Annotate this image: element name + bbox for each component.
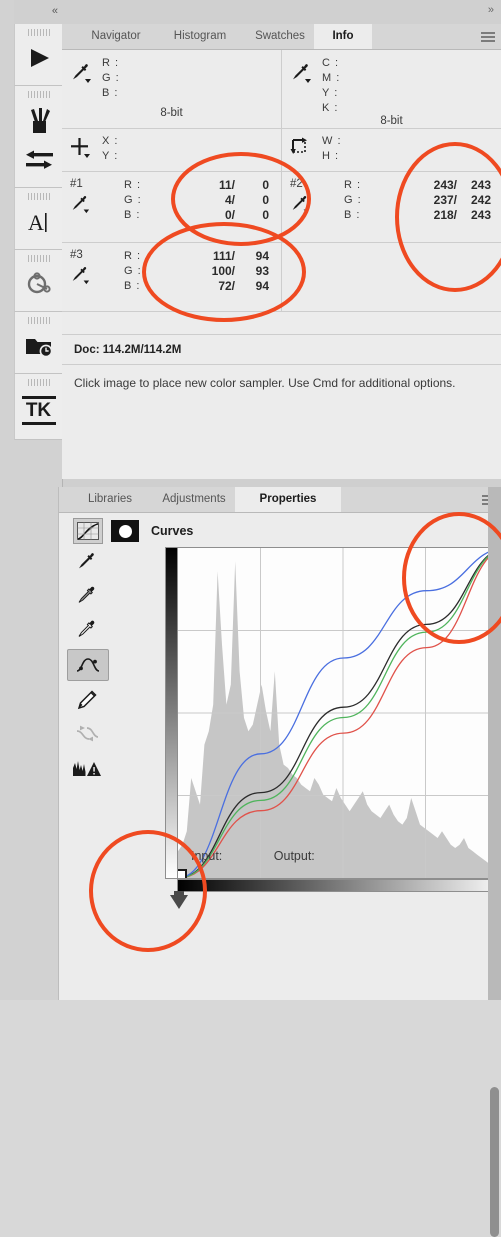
photoshop-panels-screenshot: « A TK » Navigator Histogram Swatches In…	[0, 0, 501, 1237]
black-point-eyedropper[interactable]	[67, 547, 107, 577]
input-label: Input:	[191, 849, 223, 863]
marquee-icon	[290, 137, 312, 159]
histogram-area	[178, 561, 501, 878]
rail-group-paths[interactable]	[14, 250, 62, 312]
position-labels: X : Y :	[102, 135, 119, 162]
io-labels: Input: Output:	[191, 849, 315, 863]
pencil-draw-curve-tool[interactable]	[67, 685, 107, 715]
readout-rgb: R : G : B : 8-bit	[62, 50, 281, 128]
tab-swatches[interactable]: Swatches	[234, 24, 326, 49]
tk-label: TK	[25, 399, 52, 421]
type-icon[interactable]: A	[17, 202, 61, 242]
info-row-sampler-3: #3 R : G : B : 111/94 100/93 72/ 94	[62, 243, 501, 312]
rail-group-brushes[interactable]	[14, 86, 62, 188]
curves-plot[interactable]	[178, 548, 501, 878]
drag-grip[interactable]	[27, 379, 50, 386]
drag-grip[interactable]	[27, 255, 50, 262]
tab-adjustments[interactable]: Adjustments	[139, 487, 249, 512]
tab-properties[interactable]: Properties	[235, 487, 341, 512]
smooth-curve-tool[interactable]	[67, 719, 107, 749]
curves-icon[interactable]	[73, 518, 103, 544]
rail-collapse-bar[interactable]: «	[14, 0, 62, 25]
drag-grip[interactable]	[27, 317, 50, 324]
layer-mask-icon[interactable]	[111, 520, 139, 542]
curves-grid[interactable]	[177, 547, 501, 879]
tk-bar-top	[21, 395, 56, 399]
history-folder-icon[interactable]	[17, 326, 61, 366]
sampler-empty-cell	[281, 243, 501, 311]
tab-navigator[interactable]: Navigator	[68, 24, 164, 49]
black-point-control[interactable]	[178, 869, 187, 878]
eyedropper-icon	[290, 194, 312, 216]
curves-tool-column	[67, 547, 113, 787]
curve-point-tool[interactable]	[67, 649, 109, 681]
rail-group-tk[interactable]: TK	[14, 374, 62, 440]
paths-icon[interactable]	[17, 264, 61, 304]
hamburger-menu-icon[interactable]	[481, 32, 495, 42]
tool-rail: « A TK	[0, 0, 63, 1000]
sampler-2-values: 243/243 237/242 218/243	[433, 178, 491, 222]
info-row-samplers-1-2: #1 R : G : B : 11/0 4/0 0/ 0 #2 R: G: …	[62, 172, 501, 243]
panel-dock-topbar: »	[62, 0, 501, 25]
drag-grip[interactable]	[27, 29, 50, 36]
drag-grip[interactable]	[27, 193, 50, 200]
cmyk-channel-labels: C : M : Y : K :	[322, 57, 341, 114]
output-label: Output:	[273, 849, 315, 863]
info-hint-text: Click image to place new color sampler. …	[74, 376, 456, 390]
eyedropper-icon	[70, 62, 92, 84]
rail-group-type[interactable]: A	[14, 188, 62, 250]
rail-groups: A TK	[14, 24, 62, 440]
sampler-1-number: #1	[70, 178, 83, 190]
info-row-readouts: R : G : B : 8-bit C : M: Y: K: 8-bit	[62, 50, 501, 129]
page-title: Curves	[151, 524, 194, 538]
crosshair-icon	[70, 137, 92, 159]
position-readout: X : Y :	[62, 129, 281, 171]
panel-scrollbar-track[interactable]	[488, 487, 501, 1237]
input-gradient-bar	[177, 879, 501, 892]
rail-group-actions[interactable]	[14, 24, 62, 86]
eyedropper-icon	[290, 62, 312, 84]
info-content: R : G : B : 8-bit C : M: Y: K: 8-bit …	[62, 50, 501, 480]
sampler-3[interactable]: #3 R : G : B : 111/94 100/93 72/ 94	[62, 243, 281, 311]
brushes-icon[interactable]	[17, 100, 61, 140]
cmyk-bit-depth: 8-bit	[380, 115, 403, 127]
dimensions-readout: W : H :	[281, 129, 501, 171]
properties-panel: Libraries Adjustments Properties Curves …	[58, 487, 501, 1000]
gray-point-eyedropper[interactable]	[67, 581, 107, 611]
dimension-labels: W : H :	[322, 135, 342, 162]
collapse-chevron-icon[interactable]: «	[52, 5, 58, 17]
tab-info[interactable]: Info	[314, 24, 372, 49]
eyedropper-icon	[70, 194, 92, 216]
readout-cmyk: C : M : Y : K : 8-bit	[281, 50, 501, 128]
info-panel: Navigator Histogram Swatches Info R: G …	[62, 24, 501, 479]
sampler-1[interactable]: #1 R : G : B : 11/0 4/0 0/ 0	[62, 172, 281, 242]
sampler-2[interactable]: #2 R : G : B : 243/243 237/242 218/ 243	[281, 172, 501, 242]
doc-size-status: Doc: 114.2M/114.2M	[62, 334, 501, 365]
expand-chevron-icon[interactable]: »	[488, 4, 494, 16]
curves-header: Curves	[59, 513, 501, 549]
properties-tabbar: Libraries Adjustments Properties	[59, 487, 501, 513]
eyedropper-icon	[70, 265, 92, 287]
info-tabbar: Navigator Histogram Swatches Info	[62, 24, 501, 50]
info-row-position: X : Y : W : H:	[62, 129, 501, 172]
white-point-eyedropper[interactable]	[67, 615, 107, 645]
black-input-slider[interactable]	[170, 891, 188, 909]
rgb-channel-labels: R : G : B :	[102, 57, 120, 99]
adjust-sliders-icon[interactable]	[17, 140, 61, 180]
actions-play-icon[interactable]	[17, 38, 61, 78]
rail-group-history[interactable]	[14, 312, 62, 374]
svg-text:A: A	[28, 210, 44, 235]
panel-scrollbar-thumb[interactable]	[490, 1087, 499, 1237]
sampler-3-number: #3	[70, 249, 83, 261]
tk-bar-bottom	[21, 421, 56, 425]
drag-grip[interactable]	[27, 91, 50, 98]
rgb-bit-depth: 8-bit	[160, 107, 183, 119]
tk-panel-icon[interactable]: TK	[17, 388, 61, 432]
sampler-2-number: #2	[290, 178, 303, 190]
clipping-warning-icon[interactable]	[67, 753, 107, 783]
sampler-3-values: 111/94 100/93 72/94	[211, 249, 269, 293]
mask-dot	[118, 524, 132, 538]
sampler-1-values: 11/0 4/0 0/0	[218, 178, 269, 222]
